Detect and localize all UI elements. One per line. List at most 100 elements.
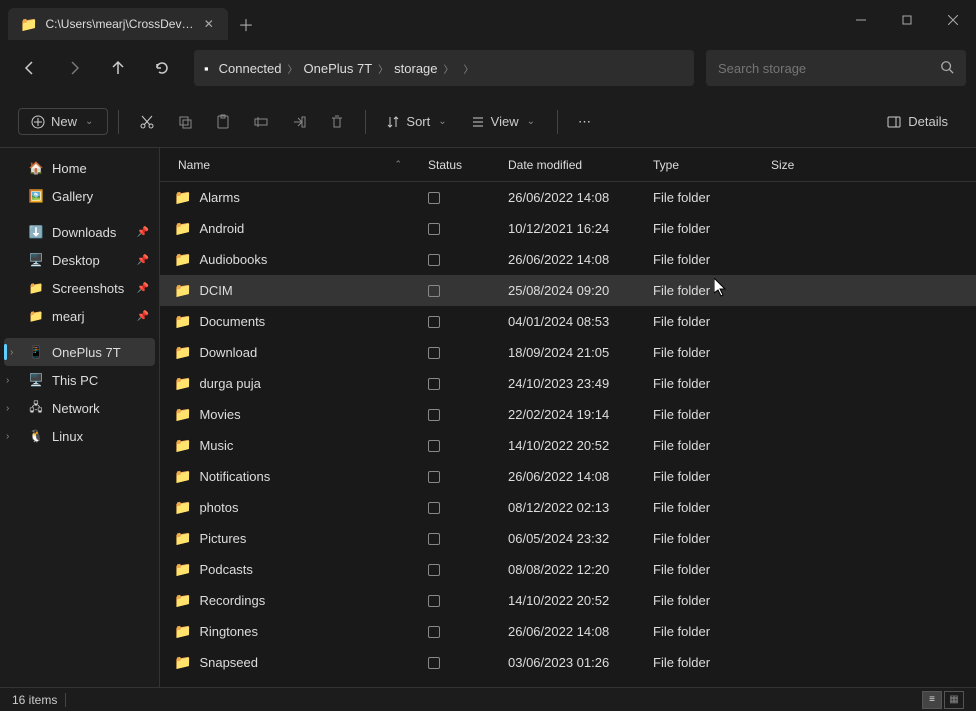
table-row[interactable]: 📁Download18/09/2024 21:05File folder	[160, 337, 976, 368]
sidebar-item-screenshots[interactable]: 📁Screenshots📌	[0, 274, 159, 302]
tab[interactable]: 📁 C:\Users\mearj\CrossDevice\O ✕	[8, 8, 228, 40]
status-bar: 16 items ≡ ▦	[0, 687, 976, 711]
sidebar-item-label: mearj	[52, 309, 85, 324]
table-row[interactable]: 📁Recordings14/10/2022 20:52File folder	[160, 585, 976, 616]
view-label: View	[491, 114, 519, 129]
col-status[interactable]: Status	[420, 158, 500, 172]
table-row[interactable]: 📁DCIM25/08/2024 09:20File folder	[160, 275, 976, 306]
maximize-button[interactable]	[884, 0, 930, 40]
date-modified: 22/02/2024 19:14	[500, 407, 645, 422]
new-button[interactable]: New ⌄	[18, 108, 108, 135]
sidebar-item-network[interactable]: ›🖧Network	[0, 394, 159, 422]
folder-icon: 📁	[174, 375, 191, 392]
table-row[interactable]: 📁Audiobooks26/06/2022 14:08File folder	[160, 244, 976, 275]
folder-icon: 📁	[174, 344, 191, 361]
expand-icon[interactable]: ›	[10, 347, 13, 358]
share-button[interactable]	[281, 108, 317, 136]
rename-button[interactable]	[243, 108, 279, 136]
search-box[interactable]	[706, 50, 966, 86]
file-type: File folder	[645, 221, 763, 236]
sort-button[interactable]: Sort ⌄	[376, 108, 458, 135]
sidebar-item-desktop[interactable]: 🖥️Desktop📌	[0, 246, 159, 274]
expand-icon[interactable]: ›	[6, 403, 9, 414]
sidebar-item-oneplus-7t[interactable]: ›📱OnePlus 7T	[4, 338, 155, 366]
sidebar-item-label: Home	[52, 161, 87, 176]
table-row[interactable]: 📁Pictures06/05/2024 23:32File folder	[160, 523, 976, 554]
more-button[interactable]: ⋯	[568, 108, 601, 136]
file-type: File folder	[645, 655, 763, 670]
view-button[interactable]: View ⌄	[461, 108, 547, 135]
chevron-right-icon[interactable]: 〉	[376, 65, 390, 76]
date-modified: 14/10/2022 20:52	[500, 593, 645, 608]
share-icon	[291, 114, 307, 130]
table-row[interactable]: 📁Android10/12/2021 16:24File folder	[160, 213, 976, 244]
status-icon	[428, 440, 440, 452]
table-row[interactable]: 📁Alarms26/06/2022 14:08File folder	[160, 182, 976, 213]
chevron-right-icon[interactable]: 〉	[286, 65, 300, 76]
table-row[interactable]: 📁Music14/10/2022 20:52File folder	[160, 430, 976, 461]
table-row[interactable]: 📁Notifications26/06/2022 14:08File folde…	[160, 461, 976, 492]
breadcrumb-oneplus-7t[interactable]: OnePlus 7T	[300, 59, 377, 78]
new-tab-button[interactable]: ＋	[228, 12, 264, 36]
breadcrumb-connected[interactable]: Connected	[215, 59, 286, 78]
sidebar-item-label: This PC	[52, 373, 98, 388]
status-icon	[428, 316, 440, 328]
chevron-right-icon[interactable]: 〉	[442, 65, 456, 76]
sidebar-item-linux[interactable]: ›🐧Linux	[0, 422, 159, 450]
search-input[interactable]	[718, 61, 940, 76]
delete-button[interactable]	[319, 108, 355, 136]
details-button[interactable]: Details	[876, 108, 958, 136]
expand-icon[interactable]: ›	[6, 375, 9, 386]
table-row[interactable]: 📁photos08/12/2022 02:13File folder	[160, 492, 976, 523]
file-name: Download	[199, 345, 257, 360]
table-row[interactable]: 📁Documents04/01/2024 08:53File folder	[160, 306, 976, 337]
paste-button[interactable]	[205, 108, 241, 136]
titlebar: 📁 C:\Users\mearj\CrossDevice\O ✕ ＋	[0, 0, 976, 40]
file-name: Android	[199, 221, 244, 236]
table-row[interactable]: 📁Podcasts08/08/2022 12:20File folder	[160, 554, 976, 585]
sidebar-item-downloads[interactable]: ⬇️Downloads📌	[0, 218, 159, 246]
file-type: File folder	[645, 593, 763, 608]
copy-button[interactable]	[167, 108, 203, 136]
sidebar-item-home[interactable]: 🏠 Home	[0, 154, 159, 182]
close-tab-button[interactable]: ✕	[202, 16, 216, 32]
file-type: File folder	[645, 407, 763, 422]
address-bar[interactable]: ▪ Connected〉OnePlus 7T〉storage〉 〉	[194, 50, 694, 86]
table-row[interactable]: 📁Snapseed03/06/2023 01:26File folder	[160, 647, 976, 678]
icons-view-toggle[interactable]: ▦	[944, 691, 964, 709]
file-name: Alarms	[199, 190, 239, 205]
status-icon	[428, 254, 440, 266]
search-icon[interactable]	[940, 60, 954, 77]
folder-icon: 📁	[174, 220, 191, 237]
minimize-button[interactable]	[838, 0, 884, 40]
status-icon	[428, 564, 440, 576]
folder-icon: 📁	[174, 251, 191, 268]
details-icon	[886, 114, 902, 130]
refresh-button[interactable]	[142, 48, 182, 88]
cut-button[interactable]	[129, 108, 165, 136]
file-name: Pictures	[199, 531, 246, 546]
close-window-button[interactable]	[930, 0, 976, 40]
col-name[interactable]: Name⌃	[160, 158, 420, 172]
table-row[interactable]: 📁Movies22/02/2024 19:14File folder	[160, 399, 976, 430]
sidebar-item-label: OnePlus 7T	[52, 345, 121, 360]
details-view-toggle[interactable]: ≡	[922, 691, 942, 709]
col-type[interactable]: Type	[645, 158, 763, 172]
home-icon: 🏠	[28, 160, 44, 176]
sidebar-item-this-pc[interactable]: ›🖥️This PC	[0, 366, 159, 394]
file-name: durga puja	[199, 376, 260, 391]
sidebar-item-gallery[interactable]: 🖼️Gallery	[0, 182, 159, 210]
breadcrumb-storage[interactable]: storage	[390, 59, 441, 78]
forward-button[interactable]	[54, 48, 94, 88]
sidebar-item-mearj[interactable]: 📁mearj📌	[0, 302, 159, 330]
expand-icon[interactable]: ›	[6, 431, 9, 442]
up-button[interactable]	[98, 48, 138, 88]
copy-icon	[177, 114, 193, 130]
col-size[interactable]: Size	[763, 158, 843, 172]
date-modified: 03/06/2023 01:26	[500, 655, 645, 670]
col-date[interactable]: Date modified	[500, 158, 645, 172]
back-button[interactable]	[10, 48, 50, 88]
chevron-right-icon[interactable]: 〉	[462, 61, 476, 76]
table-row[interactable]: 📁durga puja24/10/2023 23:49File folder	[160, 368, 976, 399]
table-row[interactable]: 📁Ringtones26/06/2022 14:08File folder	[160, 616, 976, 647]
